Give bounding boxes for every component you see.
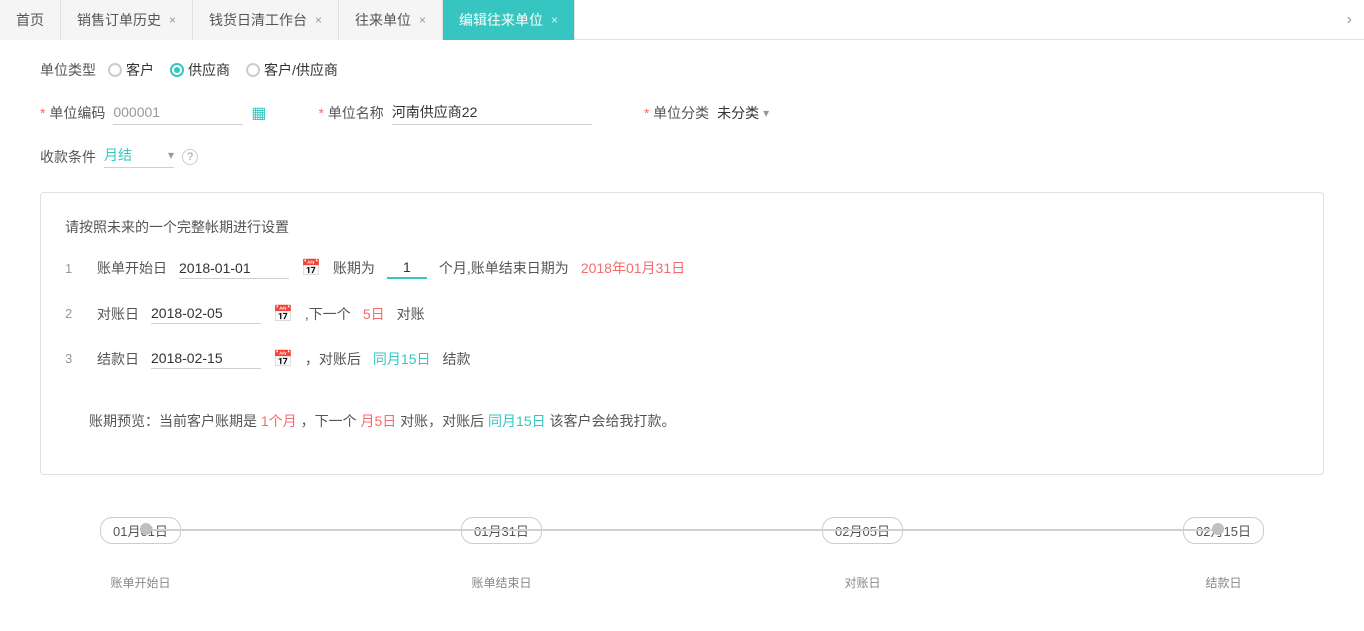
preview-row: 账期预览：当前客户账期是 1个月 ，下一个 月5日 对账，对账后 同月15日 该… [65, 393, 1299, 450]
unit-code-icon[interactable]: ▦ [251, 103, 266, 123]
unit-name-field: 单位名称 [318, 100, 591, 125]
radio-customer-supplier-circle [246, 63, 260, 77]
preview-highlight3: 同月15日 [488, 413, 546, 429]
unit-info-row: 单位编码 ▦ 单位名称 单位分类 未分类 ▾ [40, 100, 1324, 125]
period-row-1-highlight-date: 2018年01月31日 [581, 258, 685, 278]
period-row-2-prefix: ,下一个 [305, 304, 351, 324]
period-row-3-calendar[interactable]: 📅 [273, 349, 293, 369]
preview-middle2: 对账，对账后 [400, 413, 484, 429]
radio-customer-supplier[interactable]: 客户/供应商 [246, 60, 338, 80]
timeline-desc-3: 对账日 [844, 574, 880, 591]
unit-code-input[interactable] [113, 100, 243, 125]
tab-partner-unit-label: 往来单位 [355, 10, 411, 30]
tab-cash-goods-close[interactable]: × [315, 13, 322, 27]
tab-home[interactable]: 首页 [0, 0, 61, 40]
period-row-3-number: 3 [65, 351, 85, 366]
radio-supplier-label: 供应商 [188, 60, 230, 80]
tab-partner-unit-close[interactable]: × [419, 13, 426, 27]
tab-sales-order-history[interactable]: 销售订单历史 × [61, 0, 193, 40]
preview-highlight1: 1个月 [261, 413, 297, 429]
radio-group-unit-type: 客户 供应商 客户/供应商 [108, 60, 338, 80]
period-row-1: 1 账单开始日 📅 账期为 个月,账单结束日期为 2018年01月31日 [65, 257, 1299, 279]
period-row-2-calendar[interactable]: 📅 [273, 304, 293, 324]
radio-customer[interactable]: 客户 [108, 60, 154, 80]
tabs-bar: 首页 销售订单历史 × 钱货日清工作台 × 往来单位 × 编辑往来单位 × › [0, 0, 1364, 40]
period-title: 请按照未来的一个完整帐期进行设置 [65, 217, 1299, 237]
preview-prefix: 账期预览：当前客户账期是 [89, 413, 257, 429]
tab-home-label: 首页 [16, 10, 44, 30]
unit-code-label: 单位编码 [40, 103, 105, 123]
unit-type-row: 单位类型 客户 供应商 客户/供应商 [40, 60, 1324, 80]
period-row-1-period-text: 个月,账单结束日期为 [439, 258, 569, 278]
preview-middle1: ，下一个 [301, 413, 357, 429]
timeline-desc-1: 账单开始日 [110, 574, 170, 591]
payment-condition-value: 月结 [104, 145, 164, 165]
period-month-input[interactable] [387, 257, 427, 279]
unit-code-field: 单位编码 ▦ [40, 100, 266, 125]
preview-highlight2: 月5日 [360, 413, 396, 429]
timeline-track [140, 529, 1224, 531]
preview-suffix: 该客户会给我打款。 [550, 413, 676, 429]
period-row-1-suffix: 账期为 [333, 258, 375, 278]
period-row-3-suffix: 结款 [443, 349, 471, 369]
tab-edit-partner-unit-label: 编辑往来单位 [459, 10, 543, 30]
unit-classify-label: 单位分类 [644, 103, 709, 123]
unit-classify-field: 单位分类 未分类 ▾ [644, 103, 769, 123]
radio-supplier-circle [170, 63, 184, 77]
timeline-desc-2: 账单结束日 [471, 574, 531, 591]
period-row-3: 3 结款日 📅 ，对账后 同月15日 结款 [65, 348, 1299, 369]
period-row-2-date[interactable] [151, 303, 261, 324]
tabs-expand-button[interactable]: › [1335, 11, 1364, 29]
radio-customer-supplier-label: 客户/供应商 [264, 60, 338, 80]
main-content: 单位类型 客户 供应商 客户/供应商 单位编码 ▦ 单位名称 [0, 40, 1364, 631]
radio-supplier[interactable]: 供应商 [170, 60, 230, 80]
unit-classify-value: 未分类 [717, 103, 759, 123]
unit-type-label: 单位类型 [40, 60, 96, 80]
unit-classify-chevron: ▾ [763, 106, 769, 120]
radio-customer-label: 客户 [126, 60, 154, 80]
period-row-1-label: 账单开始日 [97, 258, 167, 278]
period-row-2-number: 2 [65, 306, 85, 321]
radio-customer-circle [108, 63, 122, 77]
tab-edit-partner-unit[interactable]: 编辑往来单位 × [443, 0, 575, 40]
period-settings-box: 请按照未来的一个完整帐期进行设置 1 账单开始日 📅 账期为 个月,账单结束日期… [40, 192, 1324, 475]
unit-classify-select[interactable]: 未分类 ▾ [717, 103, 769, 123]
unit-type-field: 单位类型 [40, 60, 96, 80]
period-row-1-calendar[interactable]: 📅 [301, 258, 321, 278]
period-row-3-date[interactable] [151, 348, 261, 369]
period-row-1-date[interactable] [179, 258, 289, 279]
tab-cash-goods[interactable]: 钱货日清工作台 × [193, 0, 339, 40]
help-icon[interactable]: ? [182, 149, 198, 165]
period-row-3-prefix: ，对账后 [305, 349, 361, 369]
period-row-2: 2 对账日 📅 ,下一个 5日 对账 [65, 303, 1299, 324]
payment-condition-label: 收款条件 [40, 147, 96, 167]
period-row-2-highlight-day: 5日 [363, 304, 385, 324]
period-row-3-highlight-day: 同月15日 [373, 349, 431, 369]
unit-name-label: 单位名称 [318, 103, 383, 123]
tab-edit-partner-unit-close[interactable]: × [551, 13, 558, 27]
tab-partner-unit[interactable]: 往来单位 × [339, 0, 443, 40]
tab-cash-goods-label: 钱货日清工作台 [209, 10, 307, 30]
tab-sales-order-history-label: 销售订单历史 [77, 10, 161, 30]
period-row-2-label: 对账日 [97, 304, 139, 324]
tab-sales-order-history-close[interactable]: × [169, 13, 176, 27]
unit-name-input[interactable] [392, 100, 592, 125]
payment-condition-row: 收款条件 月结 ▾ ? [40, 145, 1324, 168]
period-row-1-number: 1 [65, 261, 85, 276]
timeline-desc-4: 结款日 [1206, 574, 1242, 591]
period-row-3-label: 结款日 [97, 349, 139, 369]
period-row-2-suffix: 对账 [397, 304, 425, 324]
payment-condition-select[interactable]: 月结 ▾ [104, 145, 174, 168]
timeline-container: 01月01日 账单开始日 01月31日 账单结束日 02月05日 对账日 02月… [40, 491, 1324, 611]
payment-condition-chevron: ▾ [168, 148, 174, 162]
